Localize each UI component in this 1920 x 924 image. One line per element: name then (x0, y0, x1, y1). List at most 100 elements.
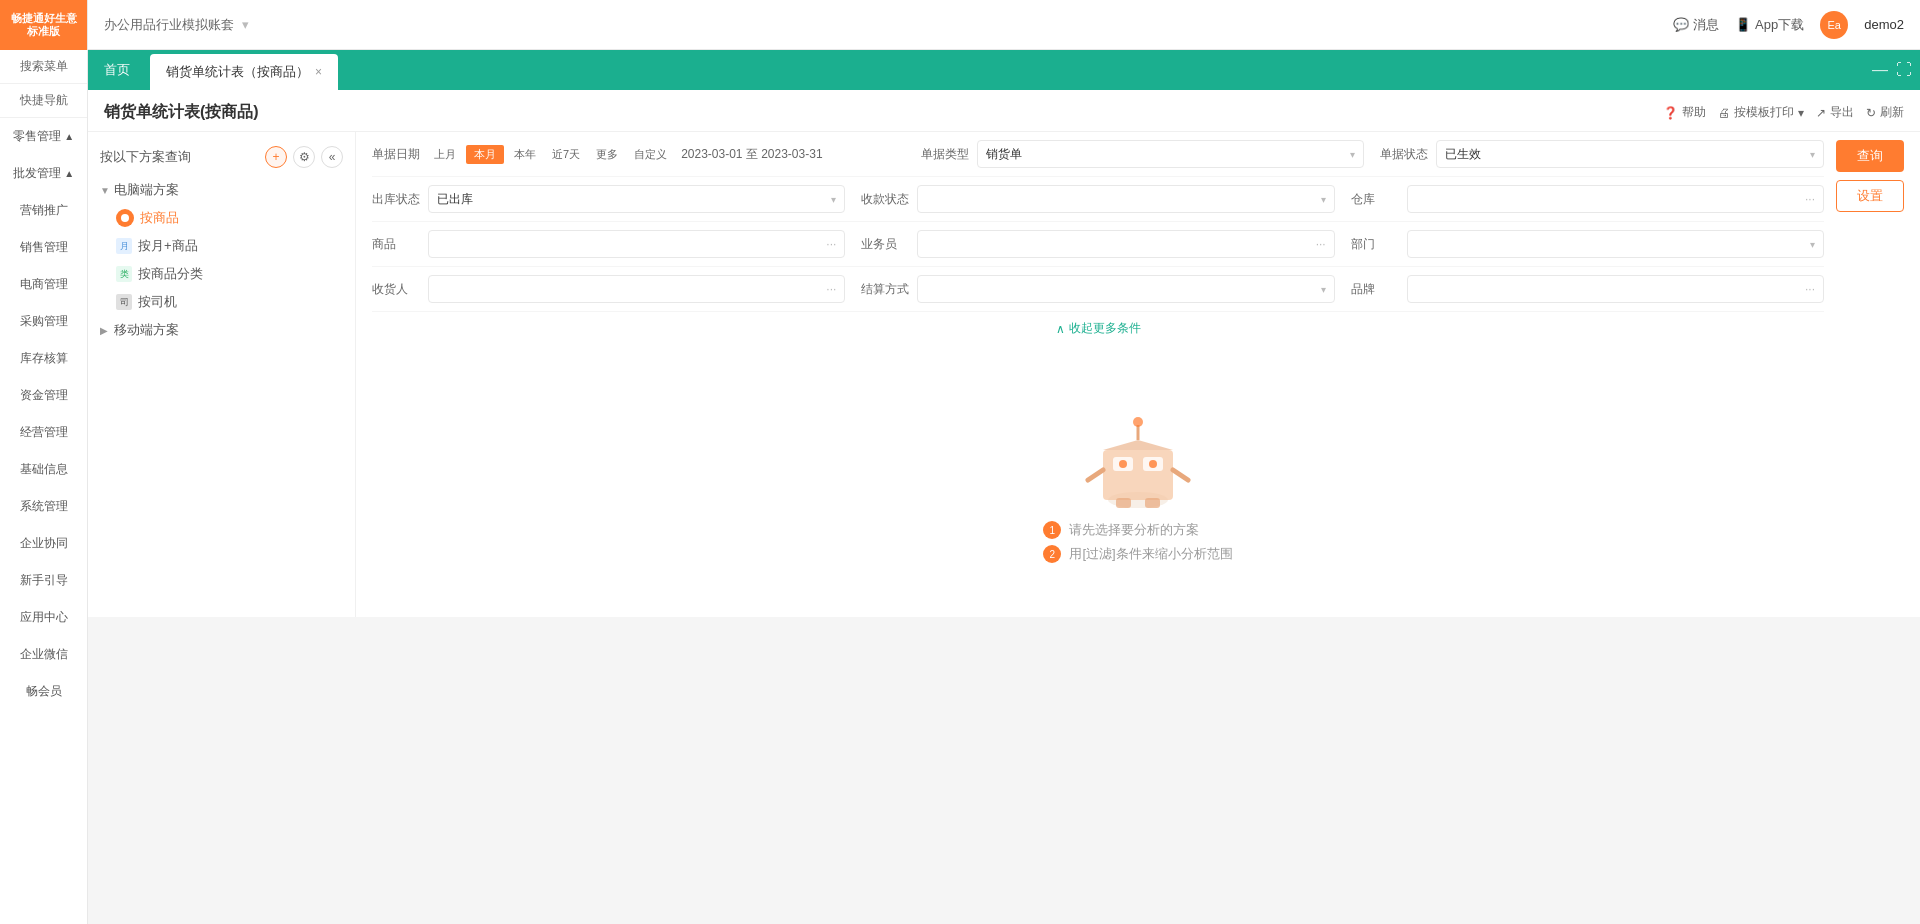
add-scheme-button[interactable]: + (265, 146, 287, 168)
date-custom-btn[interactable]: 自定义 (628, 145, 673, 164)
app-download-button[interactable]: 📱 App下载 (1735, 16, 1804, 34)
payment-label: 结算方式 (861, 281, 909, 298)
sidebar-item-finance[interactable]: 资金管理 (0, 377, 87, 414)
collapse-button[interactable]: ∧ 收起更多条件 (1056, 320, 1141, 337)
tab-bar: 首页 销货单统计表（按商品） × — ⛶ (88, 50, 1920, 90)
doc-status-select[interactable]: 已生效 ▾ (1436, 140, 1824, 168)
tree-mobile-group[interactable]: ▶ 移动端方案 (88, 316, 355, 344)
export-icon: ↗ (1816, 106, 1826, 120)
product-dots-icon[interactable]: ··· (826, 237, 836, 251)
by-category-icon: 类 (116, 266, 132, 282)
sidebar-item-enterprise[interactable]: 企业协同 (0, 525, 87, 562)
filter-actions: ∧ 收起更多条件 (372, 312, 1824, 345)
action-buttons: 查询 设置 (1824, 132, 1904, 212)
user-name[interactable]: demo2 (1864, 17, 1904, 32)
receiver-select[interactable]: ··· (428, 275, 845, 303)
salesperson-select[interactable]: ··· (917, 230, 1334, 258)
sidebar-item-operations[interactable]: 经营管理 (0, 414, 87, 451)
sidebar-item-purchase[interactable]: 采购管理 (0, 303, 87, 340)
date-this-month-btn[interactable]: 本月 (466, 145, 504, 164)
date-more-btn[interactable]: 更多 (590, 145, 624, 164)
tab-close-icon[interactable]: × (315, 65, 322, 79)
tab-bar-right: — ⛶ (1872, 61, 1920, 79)
by-printer-icon: 司 (116, 294, 132, 310)
svg-line-10 (1088, 470, 1103, 480)
warehouse-select[interactable]: ··· (1407, 185, 1824, 213)
tab-home[interactable]: 首页 (88, 50, 146, 90)
svg-rect-12 (1116, 498, 1131, 508)
tree-node-by-category[interactable]: 类 按商品分类 (116, 260, 355, 288)
doc-type-arrow-icon: ▾ (1350, 149, 1355, 160)
doc-type-select[interactable]: 销货单 ▾ (977, 140, 1365, 168)
help-button[interactable]: ❓ 帮助 (1663, 104, 1706, 121)
sidebar-item-sales[interactable]: 销售管理 (0, 229, 87, 266)
sidebar-item-inventory[interactable]: 库存核算 (0, 340, 87, 377)
salesperson-dots-icon[interactable]: ··· (1316, 237, 1326, 251)
breadcrumb-arrow: ▾ (242, 17, 249, 32)
tab-maximize-icon[interactable]: ⛶ (1896, 61, 1912, 79)
logo-text: 畅捷通好生意 标准版 (11, 12, 77, 38)
warehouse-dots-icon[interactable]: ··· (1805, 192, 1815, 206)
tree-desktop-group[interactable]: ▼ 电脑端方案 (88, 176, 355, 204)
svg-line-11 (1173, 470, 1188, 480)
svg-point-0 (121, 214, 129, 222)
collapse-panel-button[interactable]: « (321, 146, 343, 168)
sidebar-item-basic-info[interactable]: 基础信息 (0, 451, 87, 488)
receipt-status-select[interactable]: ▾ (917, 185, 1334, 213)
by-month-product-icon: 月 (116, 238, 132, 254)
svg-point-7 (1149, 460, 1157, 468)
payment-select[interactable]: ▾ (917, 275, 1334, 303)
product-select[interactable]: ··· (428, 230, 845, 258)
receipt-status-arrow-icon: ▾ (1321, 194, 1326, 205)
date-last7-btn[interactable]: 近7天 (546, 145, 586, 164)
export-button[interactable]: ↗ 导出 (1816, 104, 1854, 121)
download-icon: 📱 (1735, 17, 1751, 32)
doc-type-label: 单据类型 (921, 146, 969, 163)
doc-status-value: 已生效 (1445, 146, 1481, 163)
collapse-icon: ∧ (1056, 322, 1065, 336)
step-1-num: 1 (1043, 521, 1061, 539)
empty-icon (1078, 405, 1198, 505)
date-this-year-btn[interactable]: 本年 (508, 145, 542, 164)
sidebar-item-wechat[interactable]: 企业微信 (0, 636, 87, 673)
settings-scheme-button[interactable]: ⚙ (293, 146, 315, 168)
tab-minimize-icon[interactable]: — (1872, 61, 1888, 79)
sidebar-item-quick-nav[interactable]: 快捷导航 (0, 84, 87, 118)
department-label: 部门 (1351, 236, 1399, 253)
filter-right-panel: 单据日期 上月 本月 本年 近7天 更多 自定义 2023-03-01 至 20… (356, 132, 1920, 617)
sidebar-item-marketing[interactable]: 营销推广 (0, 192, 87, 229)
help-icon: ❓ (1663, 106, 1678, 120)
tree-node-by-printer[interactable]: 司 按司机 (116, 288, 355, 316)
receiver-dots-icon[interactable]: ··· (826, 282, 836, 296)
sidebar-item-ecommerce[interactable]: 电商管理 (0, 266, 87, 303)
date-last-month-btn[interactable]: 上月 (428, 145, 462, 164)
salesperson-label: 业务员 (861, 236, 909, 253)
query-button[interactable]: 查询 (1836, 140, 1904, 172)
out-status-select[interactable]: 已出库 ▾ (428, 185, 845, 213)
avatar: Ea (1820, 11, 1848, 39)
warehouse-label: 仓库 (1351, 191, 1399, 208)
settings-button[interactable]: 设置 (1836, 180, 1904, 212)
out-status-arrow-icon: ▾ (831, 194, 836, 205)
sidebar-item-wholesale[interactable]: 批发管理 ▲ (0, 155, 87, 192)
doc-status-label: 单据状态 (1380, 146, 1428, 163)
refresh-button[interactable]: ↻ 刷新 (1866, 104, 1904, 121)
tree-node-by-product[interactable]: 按商品 (116, 204, 355, 232)
brand-dots-icon[interactable]: ··· (1805, 282, 1815, 296)
filter-item-payment: 结算方式 ▾ (861, 275, 1334, 303)
sidebar-item-guide[interactable]: 新手引导 (0, 562, 87, 599)
brand-select[interactable]: ··· (1407, 275, 1824, 303)
filter-item-doc-type: 单据类型 销货单 ▾ (921, 140, 1365, 168)
sidebar-item-retail[interactable]: 零售管理 ▲ (0, 118, 87, 155)
sidebar-item-app-center[interactable]: 应用中心 (0, 599, 87, 636)
tree-node-by-month-product[interactable]: 月 按月+商品 (116, 232, 355, 260)
sidebar-item-vip[interactable]: 畅会员 (0, 673, 87, 710)
message-button[interactable]: 💬 消息 (1673, 16, 1719, 34)
print-button[interactable]: 🖨 按模板打印 ▾ (1718, 104, 1804, 121)
sidebar-item-system[interactable]: 系统管理 (0, 488, 87, 525)
filter-item-date: 单据日期 上月 本月 本年 近7天 更多 自定义 2023-03-01 至 20… (372, 145, 905, 164)
page-actions: ❓ 帮助 🖨 按模板打印 ▾ ↗ 导出 ↻ 刷新 (1663, 104, 1904, 121)
tab-sales-stats[interactable]: 销货单统计表（按商品） × (150, 54, 338, 90)
department-select[interactable]: ▾ (1407, 230, 1824, 258)
sidebar-item-search[interactable]: 搜索菜单 (0, 50, 87, 84)
